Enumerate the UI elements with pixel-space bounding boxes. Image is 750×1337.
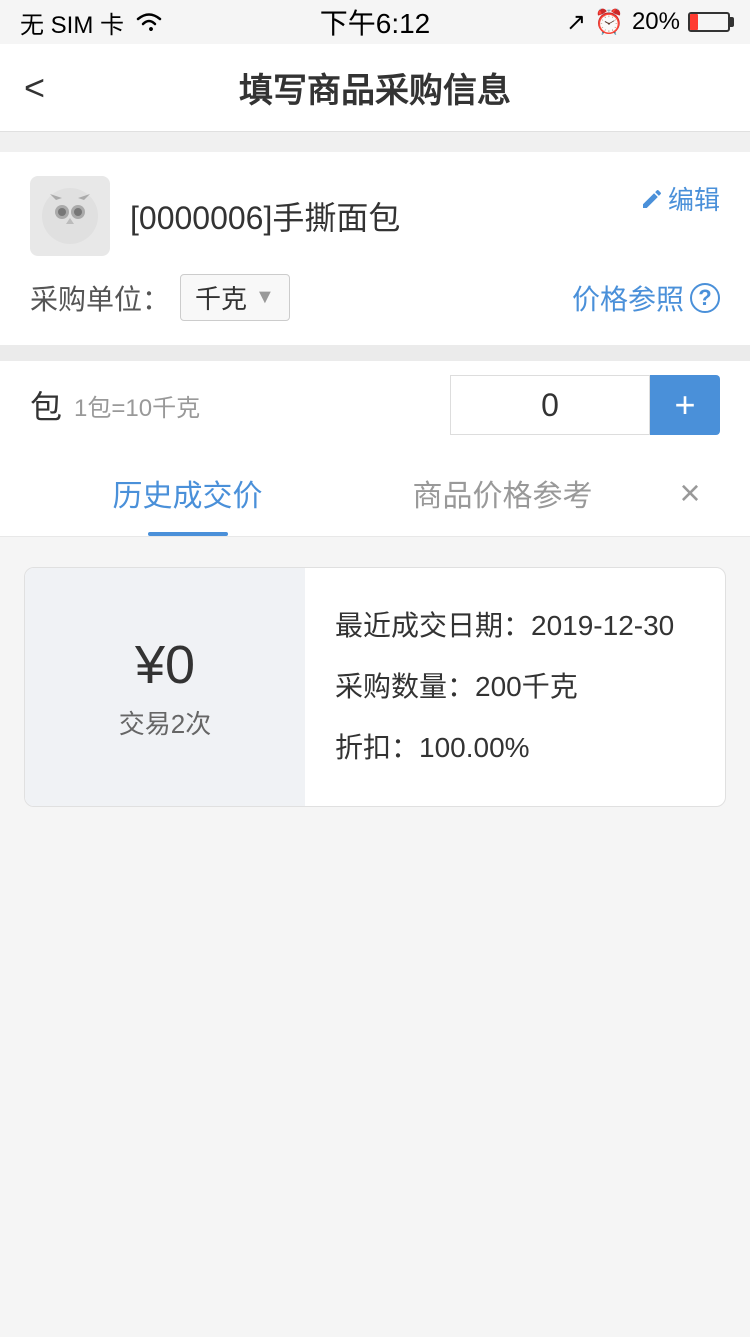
- history-card-left: ¥0 交易2次: [25, 568, 305, 806]
- location-icon: ↗: [566, 8, 586, 37]
- recent-date-label: 最近成交日期：: [335, 610, 531, 641]
- discount-value: 100.00%: [419, 732, 530, 763]
- status-bar: 无 SIM 卡 下午6:12 ↗ ⏰ 20%: [0, 0, 750, 44]
- product-header: [0000006]手撕面包 编辑: [30, 176, 720, 256]
- quantity-plus-button[interactable]: +: [650, 375, 720, 435]
- recent-date-value: 2019-12-30: [531, 610, 674, 641]
- edit-button[interactable]: 编辑: [640, 176, 720, 217]
- status-right: ↗ ⏰ 20%: [566, 8, 730, 37]
- price-ref-info-icon: ?: [690, 283, 720, 313]
- quantity-detail-value: 200千克: [475, 671, 578, 702]
- quantity-row: 包 1包=10千克 +: [0, 361, 750, 449]
- price-ref-button[interactable]: 价格参照 ?: [572, 278, 720, 318]
- nav-bar: < 填写商品采购信息: [0, 44, 750, 132]
- chevron-down-icon: ▼: [255, 286, 275, 309]
- tab-active-underline: [148, 532, 228, 536]
- price-ref-label: 价格参照: [572, 278, 684, 318]
- edit-label: 编辑: [668, 180, 720, 217]
- status-left: 无 SIM 卡: [20, 5, 164, 40]
- recent-date-row: 最近成交日期：2019-12-30: [335, 604, 695, 649]
- battery-percentage: 20%: [632, 8, 680, 36]
- back-button[interactable]: <: [24, 67, 45, 109]
- history-price: ¥0: [135, 634, 195, 696]
- quantity-unit: 包: [30, 382, 62, 428]
- tabs-bar: 历史成交价 商品价格参考 ×: [0, 449, 750, 537]
- quantity-input[interactable]: [450, 375, 650, 435]
- unit-label: 采购单位：: [30, 278, 170, 318]
- quantity-row-detail: 采购数量：200千克: [335, 665, 695, 710]
- product-left: [0000006]手撕面包: [30, 176, 400, 256]
- price-value: 0: [165, 635, 195, 695]
- quantity-label: 包 1包=10千克: [30, 382, 200, 428]
- unit-select[interactable]: 千克 ▼: [180, 274, 290, 321]
- product-logo: [40, 186, 100, 246]
- battery-icon: [688, 12, 730, 32]
- product-card: [0000006]手撕面包 编辑 采购单位： 千克 ▼ 价格参照 ?: [0, 152, 750, 345]
- discount-label: 折扣：: [335, 732, 419, 763]
- edit-icon: [640, 187, 664, 211]
- quantity-detail-label: 采购数量：: [335, 671, 475, 702]
- unit-value: 千克: [195, 279, 247, 316]
- section-divider: [0, 345, 750, 361]
- tab-history-label: 历史成交价: [113, 471, 263, 515]
- price-symbol: ¥: [135, 635, 165, 695]
- quantity-conversion: 1包=10千克: [74, 388, 200, 423]
- tabs-close-button[interactable]: ×: [660, 463, 720, 523]
- history-card: ¥0 交易2次 最近成交日期：2019-12-30 采购数量：200千克 折扣：…: [24, 567, 726, 807]
- history-card-right: 最近成交日期：2019-12-30 采购数量：200千克 折扣：100.00%: [305, 568, 725, 806]
- quantity-input-group: +: [450, 375, 720, 435]
- carrier-text: 无 SIM 卡: [20, 5, 124, 40]
- product-name: [0000006]手撕面包: [130, 200, 400, 236]
- alarm-icon: ⏰: [594, 8, 624, 37]
- product-image: [30, 176, 110, 256]
- tab-product-label: 商品价格参考: [413, 471, 593, 515]
- status-time: 下午6:12: [320, 2, 431, 42]
- wifi-icon: [134, 11, 164, 33]
- tab-product-price-ref[interactable]: 商品价格参考: [345, 449, 660, 536]
- content-area: ¥0 交易2次 最近成交日期：2019-12-30 采购数量：200千克 折扣：…: [0, 537, 750, 1337]
- tab-history-price[interactable]: 历史成交价: [30, 449, 345, 536]
- product-unit-row: 采购单位： 千克 ▼ 价格参照 ?: [30, 274, 720, 321]
- page-title: 填写商品采购信息: [239, 63, 511, 112]
- history-trades: 交易2次: [119, 704, 211, 741]
- discount-row: 折扣：100.00%: [335, 726, 695, 771]
